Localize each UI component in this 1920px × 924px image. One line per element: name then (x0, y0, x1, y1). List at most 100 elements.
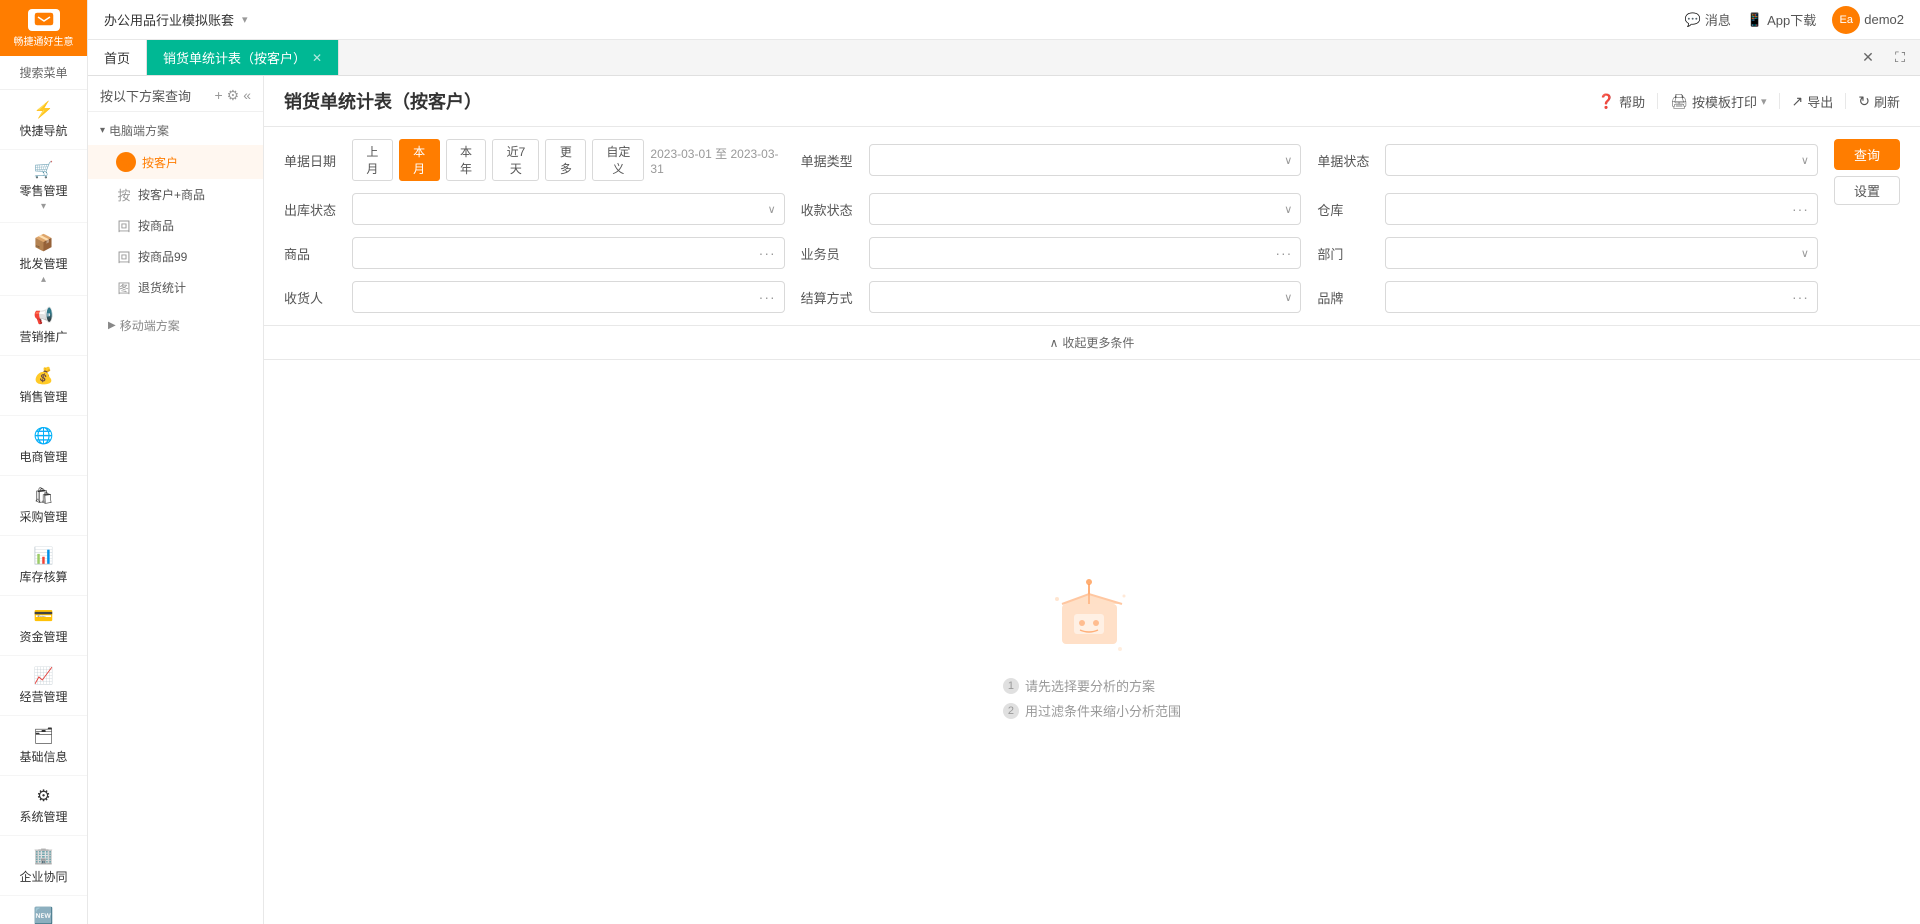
export-action[interactable]: ↗ 导出 (1792, 92, 1834, 111)
tab-maximize-btn[interactable]: ⛶ (1888, 46, 1912, 70)
desktop-group-label: 电脑端方案 (109, 122, 169, 139)
sidebar-item-enterprise[interactable]: 🏢 企业协同 (0, 836, 87, 896)
last7-btn[interactable]: 近7天 (492, 139, 539, 181)
goods-control[interactable]: ··· (352, 237, 785, 269)
sidebar-item-inventory[interactable]: 📊 库存核算 (0, 536, 87, 596)
message-item[interactable]: 💬 消息 (1685, 10, 1731, 29)
sidebar-item-wholesale[interactable]: 📦 批发管理 ▴ (0, 223, 87, 296)
salesperson-control[interactable]: ··· (869, 237, 1302, 269)
recipient-label: 收货人 (284, 288, 344, 307)
last-month-btn[interactable]: 上月 (352, 139, 393, 181)
out-status-arrow: ∨ (768, 203, 776, 216)
this-year-btn[interactable]: 本年 (446, 139, 487, 181)
scheme-item-customer[interactable]: 按 按客户 (88, 145, 263, 179)
payment-status-label: 收款状态 (801, 200, 861, 219)
download-icon: 📱 (1747, 12, 1763, 28)
department-control[interactable]: ∨ (1385, 237, 1818, 269)
print-action[interactable]: 🖨 按模板打印 ▾ (1670, 92, 1766, 111)
sidebar-label-retail: 零售管理 (19, 182, 67, 199)
sidebar-label-system: 系统管理 (19, 808, 67, 825)
this-month-btn[interactable]: 本月 (399, 139, 440, 181)
sidebar-label-purchase: 采购管理 (19, 508, 67, 525)
more-btn[interactable]: 更多 (545, 139, 586, 181)
tab-close-btn[interactable]: ✕ (1856, 46, 1880, 70)
sidebar-item-purchase[interactable]: 🛍 采购管理 (0, 476, 87, 536)
tip-text-2: 用过滤条件来缩小分析范围 (1025, 701, 1181, 720)
finance-icon: 💳 (34, 606, 54, 626)
brand-label: 品牌 (1317, 288, 1377, 307)
scheme-mobile-group-header[interactable]: ▶ 移动端方案 (92, 311, 263, 340)
print-icon: 🖨 (1670, 93, 1688, 110)
warehouse-control[interactable]: ··· (1385, 193, 1818, 225)
industry-dropdown-arrow[interactable]: ▾ (242, 13, 248, 26)
sidebar-item-system[interactable]: ⚙ 系统管理 (0, 776, 87, 836)
scheme-item-customer-goods[interactable]: 按 按客户+商品 (88, 179, 263, 210)
refresh-action[interactable]: ↻ 刷新 (1858, 92, 1900, 111)
goods-dots: ··· (759, 245, 776, 261)
filter-goods-item: 商品 ··· (284, 237, 785, 269)
sidebar-item-marketing[interactable]: 📢 营销推广 (0, 296, 87, 356)
sidebar-label-enterprise: 企业协同 (19, 868, 67, 885)
tab-active[interactable]: 销货单统计表（按客户） ✕ (147, 40, 339, 75)
sidebar-item-guide[interactable]: 🆕 新手引导 (0, 896, 87, 924)
scheme-item-goods[interactable]: 回 按商品 (88, 210, 263, 241)
filter-brand-item: 品牌 ··· (1317, 281, 1818, 313)
tab-home[interactable]: 首页 (88, 40, 147, 75)
sidebar-item-retail[interactable]: 🛒 零售管理 ▾ (0, 150, 87, 223)
app-download-item[interactable]: 📱 App下载 (1747, 10, 1816, 29)
tab-home-label: 首页 (104, 48, 130, 67)
recipient-control[interactable]: ··· (352, 281, 785, 313)
brand-control[interactable]: ··· (1385, 281, 1818, 313)
query-button[interactable]: 查询 (1834, 139, 1900, 170)
scheme-settings-icon[interactable]: ⚙ (227, 87, 240, 104)
doc-type-control[interactable]: ∨ (869, 144, 1302, 176)
scheme-item-goods99[interactable]: 回 按商品99 (88, 241, 263, 272)
filter-doc-status-item: 单据状态 ∨ (1317, 144, 1818, 176)
user-profile-item[interactable]: Ea demo2 (1832, 6, 1904, 34)
collapse-text: ∧ 收起更多条件 (272, 334, 1912, 351)
goods-icon: 回 (116, 218, 132, 234)
empty-tip-1: 1 请先选择要分析的方案 (1003, 676, 1181, 695)
purchase-icon: 🛍 (33, 486, 53, 506)
sidebar-item-finance[interactable]: 💳 资金管理 (0, 596, 87, 656)
scheme-collapse-icon[interactable]: « (243, 87, 251, 104)
main-content: 销货单统计表（按客户） ❓ 帮助 🖨 按模板打印 ▾ (264, 76, 1920, 924)
customer-icon: 按 (116, 152, 136, 172)
content-area: 按以下方案查询 + ⚙ « ▾ 电脑端方案 按 按客户 按 (88, 76, 1920, 924)
collapse-bar[interactable]: ∧ 收起更多条件 (264, 326, 1920, 360)
recipient-dots: ··· (759, 289, 776, 305)
wholesale-arrow: ▴ (41, 274, 46, 285)
scheme-add-icon[interactable]: + (214, 87, 222, 104)
filter-recipient-item: 收货人 ··· (284, 281, 785, 313)
sidebar-search[interactable]: 搜索菜单 (0, 56, 87, 90)
action-divider-2 (1779, 93, 1780, 109)
scheme-desktop-group-header[interactable]: ▾ 电脑端方案 (88, 116, 263, 145)
message-label: 消息 (1705, 10, 1731, 29)
sidebar-item-operation[interactable]: 📈 经营管理 (0, 656, 87, 716)
page-header-top: 销货单统计表（按客户） ❓ 帮助 🖨 按模板打印 ▾ (284, 88, 1900, 114)
filter-payment-status-item: 收款状态 ∨ (801, 193, 1302, 225)
export-icon: ↗ (1792, 93, 1804, 110)
settings-button[interactable]: 设置 (1834, 176, 1900, 205)
filter-out-status-item: 出库状态 ∨ (284, 193, 785, 225)
settlement-control[interactable]: ∨ (869, 281, 1302, 313)
out-status-control[interactable]: ∨ (352, 193, 785, 225)
tab-close-icon[interactable]: ✕ (312, 51, 322, 65)
sidebar-item-sales[interactable]: 💰 销售管理 (0, 356, 87, 416)
scheme-item-return[interactable]: 图 退货统计 (88, 272, 263, 303)
sidebar-item-basic[interactable]: 🗂 基础信息 (0, 716, 87, 776)
warehouse-dots: ··· (1792, 201, 1809, 217)
return-icon: 图 (116, 280, 132, 296)
top-bar-left: 办公用品行业模拟账套 ▾ (104, 10, 248, 29)
page-title: 销货单统计表（按客户） (284, 88, 482, 114)
doc-status-control[interactable]: ∨ (1385, 144, 1818, 176)
help-label: 帮助 (1619, 92, 1645, 111)
payment-status-control[interactable]: ∨ (869, 193, 1302, 225)
export-label: 导出 (1807, 92, 1833, 111)
help-action[interactable]: ❓ 帮助 (1598, 92, 1645, 111)
goods-label: 按商品 (138, 217, 174, 234)
sidebar-item-ecommerce[interactable]: 🌐 电商管理 (0, 416, 87, 476)
goods-filter-label: 商品 (284, 244, 344, 263)
custom-btn[interactable]: 自定义 (592, 139, 644, 181)
sidebar-item-quick-nav[interactable]: ⚡ 快捷导航 (0, 90, 87, 150)
